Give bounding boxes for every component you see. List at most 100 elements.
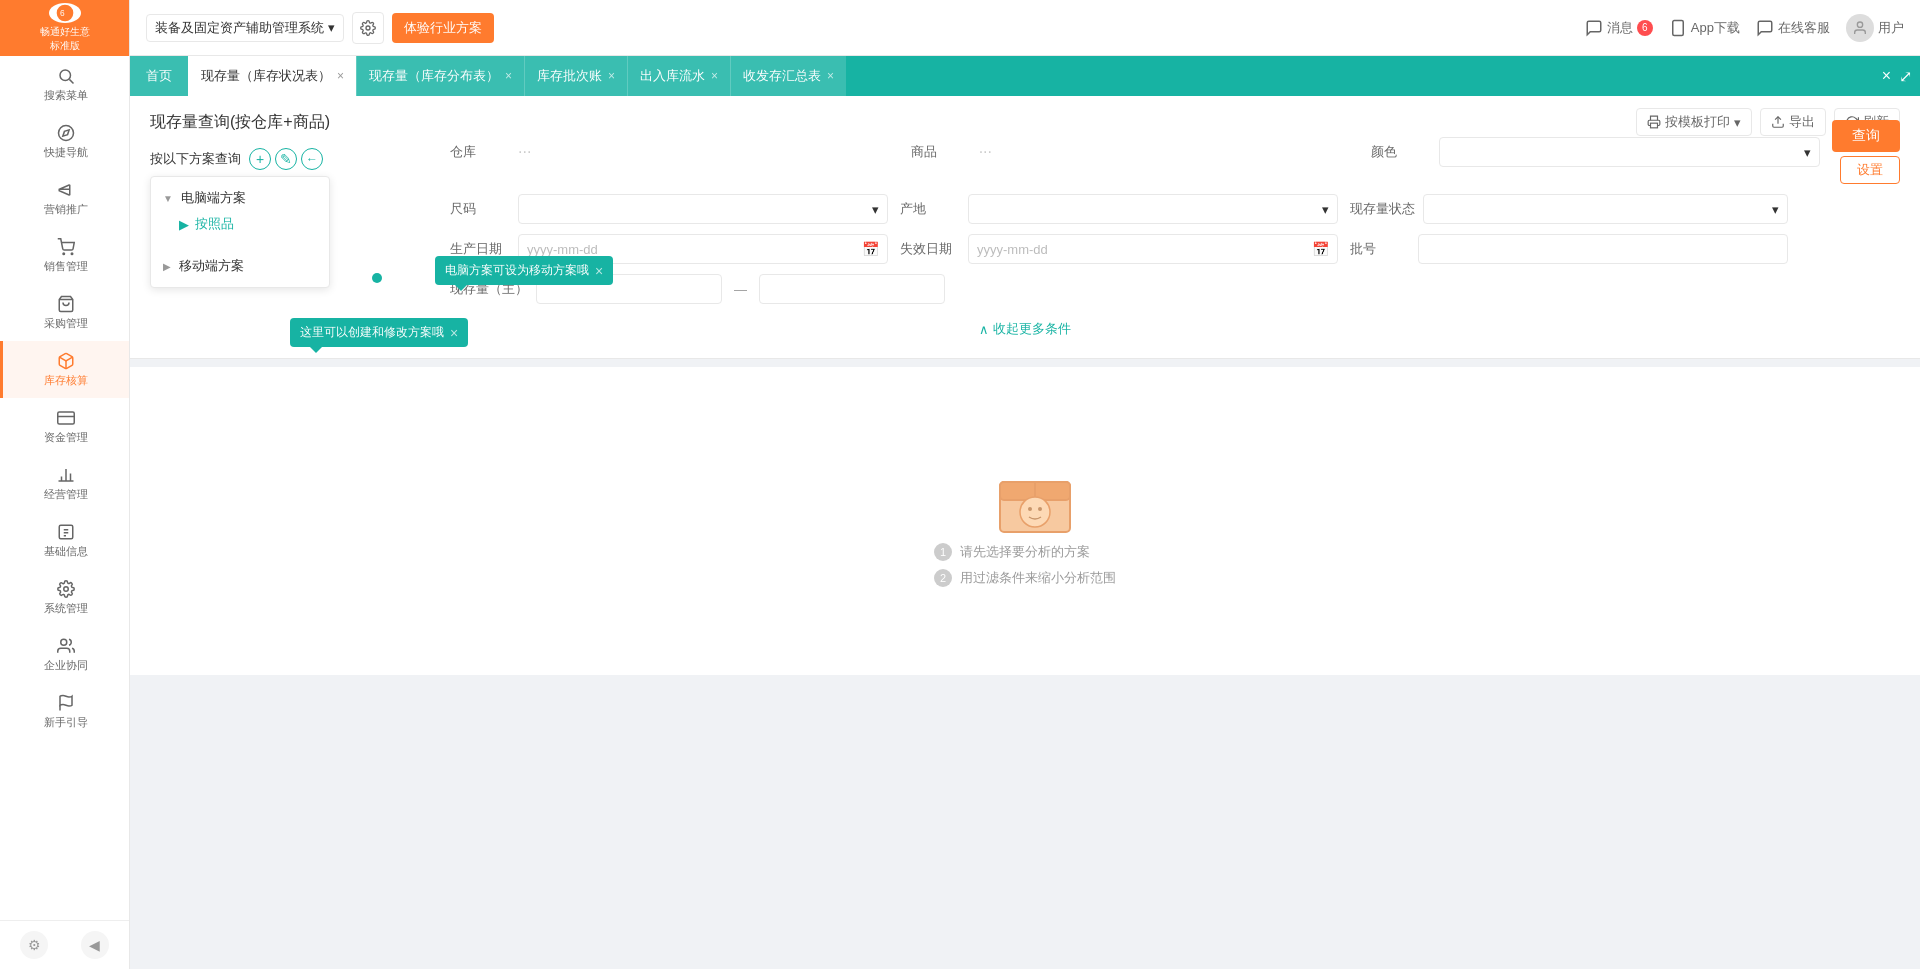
quantity-max-input[interactable] [759, 274, 945, 304]
tab-close-icon[interactable]: × [711, 69, 718, 83]
online-support-item[interactable]: 在线客服 [1756, 19, 1830, 37]
expand-icon: ▼ [163, 193, 173, 204]
schema-mobile-label: 移动端方案 [179, 257, 244, 275]
sidebar-item-operations[interactable]: 经营管理 [0, 455, 129, 512]
schema-pc-section: ▼ 电脑端方案 ▶ 按照品 [151, 177, 329, 245]
filter-add-btn[interactable]: + [249, 148, 271, 170]
filter-rows: 仓库 ··· 商品 ··· 颜色 ▾ [450, 120, 1900, 304]
close-all-tabs-btn[interactable]: × [1882, 67, 1891, 85]
svg-point-0 [56, 5, 73, 22]
svg-rect-10 [58, 412, 75, 424]
step-num-2: 2 [934, 569, 952, 587]
top-bar-left: 装备及固定资产辅助管理系统 ▾ 体验行业方案 [146, 12, 494, 44]
fullscreen-btn[interactable]: ⤢ [1899, 67, 1912, 86]
tab-recv-summary[interactable]: 收发存汇总表 × [730, 56, 846, 96]
sidebar-item-guide[interactable]: 新手引导 [0, 683, 129, 740]
cart-icon [56, 294, 76, 314]
sidebar-item-inventory[interactable]: 库存核算 [0, 341, 129, 398]
tab-home-label: 首页 [146, 67, 172, 85]
chevron-down-icon: ▾ [1804, 145, 1811, 160]
tab-inventory-dist[interactable]: 现存量（库存分布表） × [356, 56, 524, 96]
tab-home[interactable]: 首页 [130, 56, 188, 96]
tooltip-create-scheme: 这里可以创建和修改方案哦 × [290, 318, 468, 347]
sidebar-item-marketing[interactable]: 营销推广 [0, 170, 129, 227]
filter-row-1: 仓库 ··· 商品 ··· 颜色 ▾ [450, 120, 1900, 184]
schema-item-default[interactable]: ▶ 按照品 [179, 211, 317, 237]
sidebar-item-finance[interactable]: 资金管理 [0, 398, 129, 455]
expire-date-placeholder: yyyy-mm-dd [977, 242, 1048, 257]
industry-btn[interactable]: 体验行业方案 [392, 13, 494, 43]
filter-edit-btn[interactable]: ✎ [275, 148, 297, 170]
calendar-icon: 📅 [1312, 241, 1329, 257]
settings-bottom-btn[interactable]: ⚙ [20, 931, 48, 959]
logo: 6 畅通好生意 标准版 [0, 0, 129, 56]
filter-group-status: 现存量状态 ▾ [1350, 194, 1788, 224]
set-btn[interactable]: 设置 [1840, 156, 1900, 184]
status-label: 现存量状态 [1350, 200, 1415, 218]
svg-text:6: 6 [60, 8, 65, 18]
tab-close-icon[interactable]: × [505, 69, 512, 83]
svg-point-32 [1020, 497, 1050, 527]
tab-label: 现存量（库存状况表） [201, 67, 331, 85]
shopping-icon [56, 237, 76, 257]
status-select[interactable]: ▾ [1423, 194, 1788, 224]
collapse-btn[interactable]: ◀ [81, 931, 109, 959]
step-num-1: 1 [934, 543, 952, 561]
batch-input[interactable] [1418, 234, 1788, 264]
online-support-label: 在线客服 [1778, 19, 1830, 37]
sidebar-item-label: 快捷导航 [44, 145, 88, 160]
box-icon [56, 351, 76, 371]
schema-panel: ▼ 电脑端方案 ▶ 按照品 ▶ 移动端方案 [150, 176, 330, 288]
filter-group-product: 商品 ··· [911, 143, 1360, 161]
sidebar-item-label: 企业协同 [44, 658, 88, 673]
filter-actions: + ✎ ← [249, 148, 323, 170]
sidebar-item-search-menu[interactable]: 搜索菜单 [0, 56, 129, 113]
tab-close-icon[interactable]: × [827, 69, 834, 83]
chevron-down-icon: ▾ [1772, 202, 1779, 217]
sidebar-item-label: 库存核算 [44, 373, 88, 388]
tab-inout-flow[interactable]: 出入库流水 × [627, 56, 730, 96]
system-selector[interactable]: 装备及固定资产辅助管理系统 ▾ [146, 14, 344, 42]
sidebar-item-system[interactable]: 系统管理 [0, 569, 129, 626]
topbar-settings-btn[interactable] [352, 12, 384, 44]
sidebar-item-quick-nav[interactable]: 快捷导航 [0, 113, 129, 170]
svg-line-3 [69, 79, 73, 83]
schema-arrow: ▶ [179, 217, 189, 232]
search-btn[interactable]: 查询 [1832, 120, 1900, 152]
sidebar-item-purchase[interactable]: 采购管理 [0, 284, 129, 341]
filter-section-label: 按以下方案查询 [150, 150, 241, 168]
sidebar-item-label: 营销推广 [44, 202, 88, 217]
sidebar-item-label: 系统管理 [44, 601, 88, 616]
tab-close-icon[interactable]: × [337, 69, 344, 83]
tab-close-icon[interactable]: × [608, 69, 615, 83]
size-select[interactable]: ▾ [518, 194, 888, 224]
sidebar-item-enterprise[interactable]: 企业协同 [0, 626, 129, 683]
user-item[interactable]: 用户 [1846, 14, 1904, 42]
tooltip-close-btn[interactable]: × [450, 325, 458, 341]
tooltip-close-btn[interactable]: × [595, 263, 603, 279]
expire-date-label: 失效日期 [900, 240, 960, 258]
svg-point-4 [59, 126, 74, 141]
tab-actions: × ⤢ [1874, 67, 1920, 86]
color-select[interactable]: ▾ [1439, 137, 1820, 167]
gear-icon [56, 579, 76, 599]
sidebar-item-sales[interactable]: 销售管理 [0, 227, 129, 284]
product-label: 商品 [911, 143, 971, 161]
filter-group-warehouse: 仓库 ··· [450, 143, 899, 161]
tab-batch-ledger[interactable]: 库存批次账 × [524, 56, 627, 96]
filter-group-batch: 批号 [1350, 234, 1788, 264]
expire-date-input[interactable]: yyyy-mm-dd 📅 [968, 234, 1338, 264]
tab-inventory-status[interactable]: 现存量（库存状况表） × [188, 56, 356, 96]
filter-back-btn[interactable]: ← [301, 148, 323, 170]
filter-group-expire-date: 失效日期 yyyy-mm-dd 📅 [900, 234, 1338, 264]
app-download-item[interactable]: App下载 [1669, 19, 1740, 37]
warehouse-label: 仓库 [450, 143, 510, 161]
message-item[interactable]: 消息 6 [1585, 19, 1653, 37]
sidebar-item-basic-info[interactable]: 基础信息 [0, 512, 129, 569]
origin-select[interactable]: ▾ [968, 194, 1338, 224]
logo-icon: 6 [49, 3, 81, 23]
filter-group-origin: 产地 ▾ [900, 194, 1338, 224]
sidebar-item-label: 基础信息 [44, 544, 88, 559]
produce-date-placeholder: yyyy-mm-dd [527, 242, 598, 257]
filter-group-color: 颜色 ▾ [1371, 137, 1820, 167]
